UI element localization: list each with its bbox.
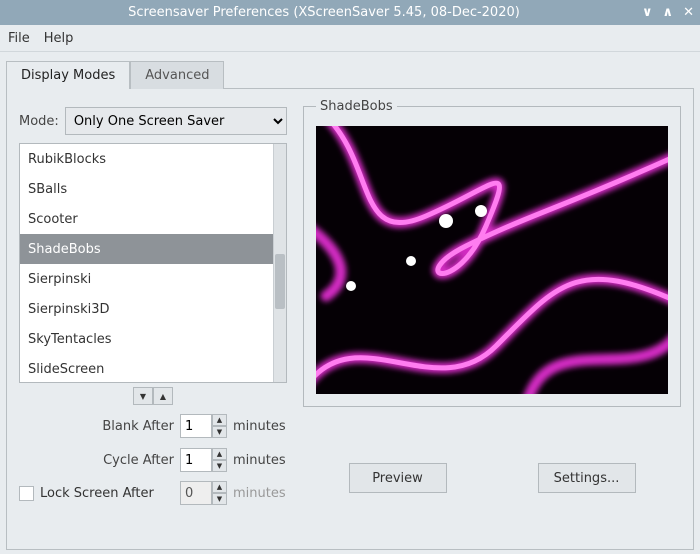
mode-label: Mode: (19, 114, 59, 129)
list-item[interactable]: SBalls (20, 174, 273, 204)
blank-after-row: Blank After ▲ ▼ minutes (19, 413, 287, 439)
left-pane: Mode: Only One Screen Saver RubikBlocksS… (19, 99, 287, 539)
cycle-after-label: Cycle After (19, 453, 174, 468)
cycle-after-unit: minutes (233, 453, 287, 468)
lock-up[interactable]: ▲ (212, 481, 227, 493)
content-area: Display Modes Advanced Mode: Only One Sc… (0, 52, 700, 554)
preview-image (316, 126, 668, 394)
lock-unit: minutes (233, 486, 287, 501)
maximize-icon[interactable]: ∧ (663, 5, 674, 20)
menu-help[interactable]: Help (44, 31, 74, 46)
lock-checkbox[interactable] (19, 486, 34, 501)
tab-bar: Display Modes Advanced (6, 60, 694, 88)
scrollbar-thumb[interactable] (275, 254, 285, 309)
screensaver-list-inner[interactable]: RubikBlocksSBallsScooterShadeBobsSierpin… (20, 144, 273, 382)
cycle-after-up[interactable]: ▲ (212, 448, 227, 460)
lock-input (180, 481, 212, 505)
blank-after-spin: ▲ ▼ (180, 414, 227, 438)
lock-down[interactable]: ▼ (212, 493, 227, 505)
right-pane: ShadeBobs (303, 99, 681, 539)
blank-after-down[interactable]: ▼ (212, 426, 227, 438)
blank-after-unit: minutes (233, 419, 287, 434)
blank-after-input[interactable] (180, 414, 212, 438)
cycle-after-down[interactable]: ▼ (212, 460, 227, 472)
tab-display-modes[interactable]: Display Modes (6, 61, 130, 89)
preview-buttons: Preview Settings... (303, 463, 681, 493)
tab-panel: Mode: Only One Screen Saver RubikBlocksS… (6, 88, 694, 550)
lock-label: Lock Screen After (40, 486, 154, 501)
list-item[interactable]: RubikBlocks (20, 144, 273, 174)
menu-bar: File Help (0, 25, 700, 52)
window-controls: ∨ ∧ ✕ (642, 5, 694, 20)
settings-button[interactable]: Settings... (538, 463, 636, 493)
lock-row: Lock Screen After ▲ ▼ minutes (19, 481, 287, 505)
list-move-up[interactable]: ▲ (153, 387, 173, 405)
menu-file[interactable]: File (8, 31, 30, 46)
blank-after-label: Blank After (19, 419, 174, 434)
list-item[interactable]: Scooter (20, 204, 273, 234)
cycle-after-input[interactable] (180, 448, 212, 472)
list-reorder: ▼ ▲ (19, 387, 287, 405)
tab-advanced[interactable]: Advanced (130, 61, 224, 89)
list-item[interactable]: SkyTentacles (20, 324, 273, 354)
mode-select[interactable]: Only One Screen Saver (65, 107, 287, 135)
preview-fieldset: ShadeBobs (303, 99, 681, 407)
window-titlebar: Screensaver Preferences (XScreenSaver 5.… (0, 0, 700, 25)
mode-row: Mode: Only One Screen Saver (19, 107, 287, 135)
list-move-down[interactable]: ▼ (133, 387, 153, 405)
cycle-after-row: Cycle After ▲ ▼ minutes (19, 447, 287, 473)
preview-button[interactable]: Preview (349, 463, 447, 493)
blank-after-up[interactable]: ▲ (212, 414, 227, 426)
window-title: Screensaver Preferences (XScreenSaver 5.… (6, 5, 642, 20)
close-icon[interactable]: ✕ (683, 5, 694, 20)
minimize-icon[interactable]: ∨ (642, 5, 653, 20)
preview-legend: ShadeBobs (316, 99, 397, 114)
list-item[interactable]: Sierpinski (20, 264, 273, 294)
list-item[interactable]: ShadeBobs (20, 234, 273, 264)
screensaver-list: RubikBlocksSBallsScooterShadeBobsSierpin… (19, 143, 287, 383)
list-item[interactable]: Sierpinski3D (20, 294, 273, 324)
list-item[interactable]: SlideScreen (20, 354, 273, 382)
lock-spin: ▲ ▼ (180, 481, 227, 505)
list-scrollbar[interactable] (273, 144, 286, 382)
cycle-after-spin: ▲ ▼ (180, 448, 227, 472)
